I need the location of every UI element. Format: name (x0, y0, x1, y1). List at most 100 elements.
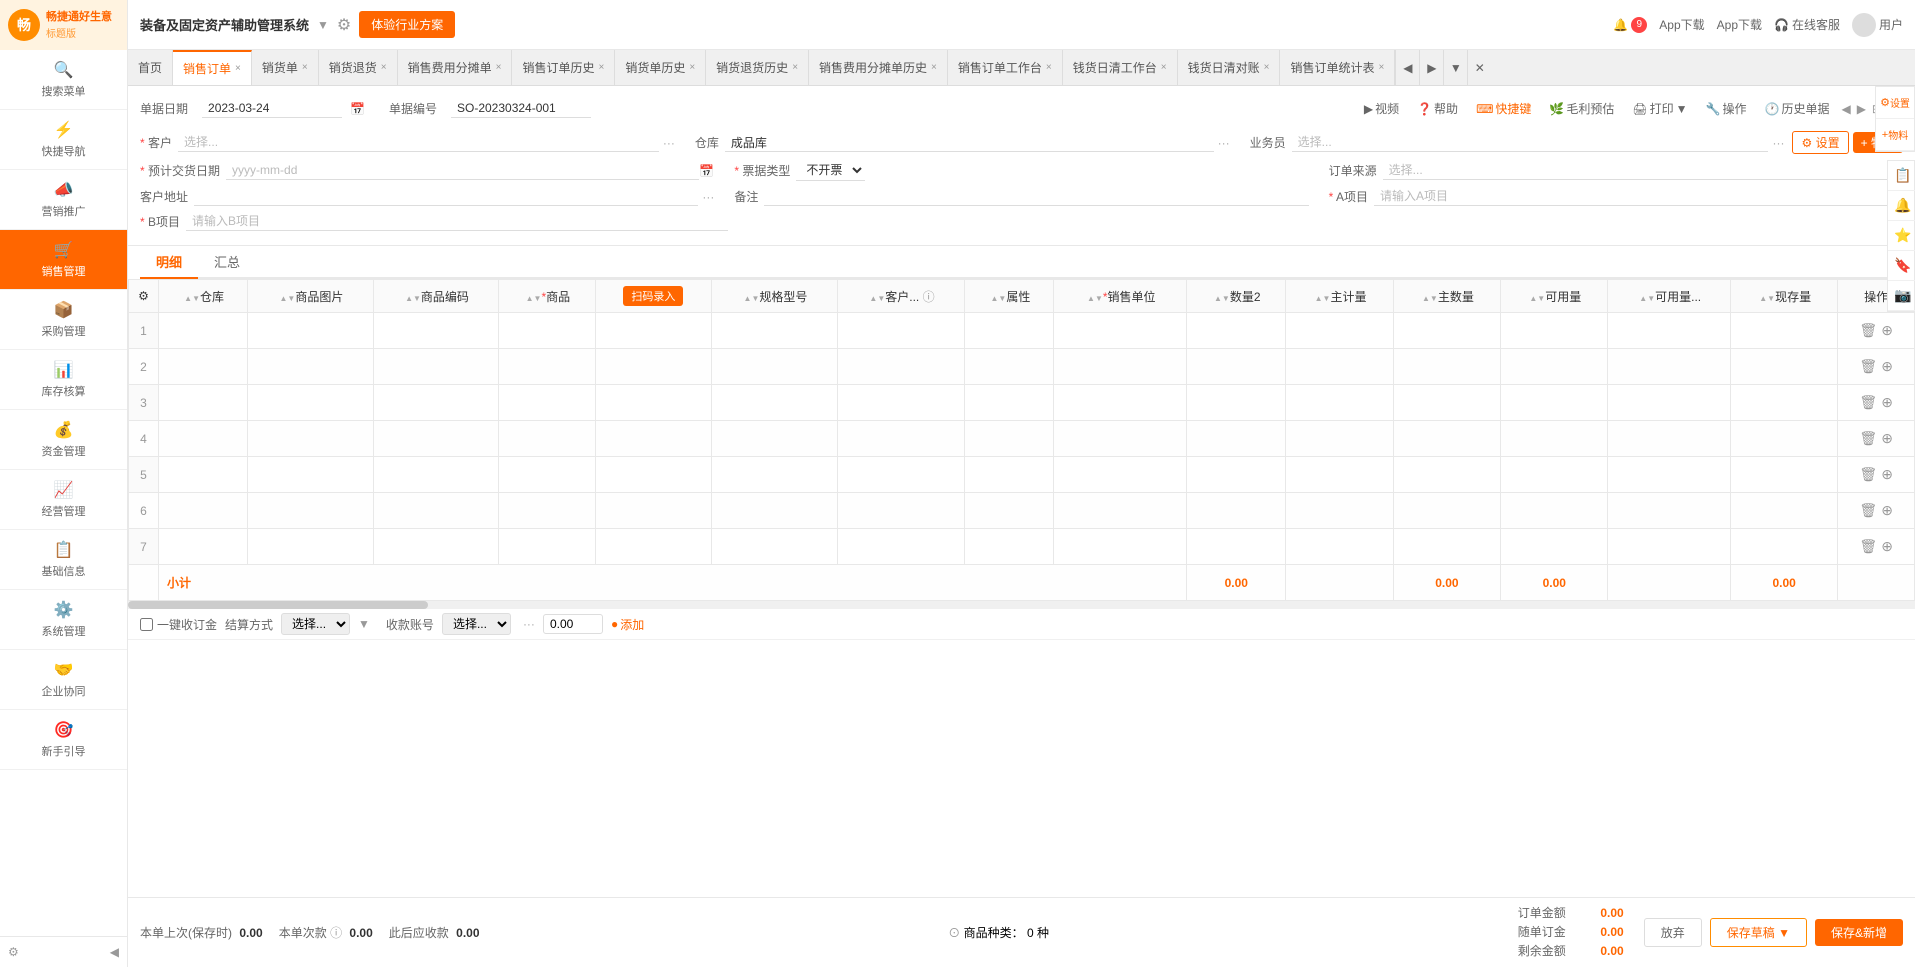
dropdown-icon[interactable]: ▼ (317, 18, 329, 32)
next-record-icon[interactable]: ▶ (1857, 102, 1866, 116)
calendar-icon[interactable]: 📅 (350, 102, 365, 116)
row-6-copy[interactable]: ⊕ (1881, 502, 1893, 519)
tab-goods-history[interactable]: 销货单历史 × (615, 50, 706, 85)
tab-menu[interactable]: ▼ (1443, 50, 1467, 85)
prev-record-icon[interactable]: ◀ (1841, 102, 1850, 116)
tab-returns-history-close[interactable]: × (792, 62, 798, 73)
delivery-calendar-icon[interactable]: 📅 (699, 164, 714, 178)
tab-workbench[interactable]: 销售订单工作台 × (948, 50, 1063, 85)
row-6-delete[interactable]: 🗑 (1859, 502, 1877, 519)
row-5-delete[interactable]: 🗑 (1859, 466, 1877, 483)
sidebar-item-enterprise[interactable]: 🤝 企业协同 (0, 650, 127, 710)
tab-fee-history-close[interactable]: × (931, 62, 937, 73)
one-click-label[interactable]: 一键收订金 (140, 616, 217, 633)
col-image[interactable]: ▲▼商品图片 (248, 280, 374, 313)
notification-area[interactable]: 🔔 9 (1613, 17, 1647, 33)
sidebar-item-guide[interactable]: 🎯 新手引导 (0, 710, 127, 770)
col-available[interactable]: ▲▼可用量 (1501, 280, 1608, 313)
col-code[interactable]: ▲▼商品编码 (373, 280, 499, 313)
tab-order-history[interactable]: 销售订单历史 × (512, 50, 615, 85)
tab-returns-history[interactable]: 销货退货历史 × (706, 50, 809, 85)
sidebar-item-basic[interactable]: 📋 基础信息 (0, 530, 127, 590)
settings-panel-btn2[interactable]: +物料 (1876, 119, 1914, 151)
payment-method-dropdown[interactable]: ▼ (358, 617, 370, 631)
row-7-copy[interactable]: ⊕ (1881, 538, 1893, 555)
tab-summary[interactable]: 汇总 (198, 246, 256, 279)
solution-button[interactable]: 体验行业方案 (359, 11, 455, 38)
sidebar-item-purchase[interactable]: 📦 采购管理 (0, 290, 127, 350)
payment-method-select[interactable]: 选择... (281, 613, 350, 635)
tab-returns[interactable]: 销货退货 × (319, 50, 398, 85)
discard-button[interactable]: 放弃 (1644, 918, 1702, 947)
account-select[interactable]: 选择... (442, 613, 511, 635)
sidebar-item-search[interactable]: 🔍 搜索菜单 (0, 50, 127, 110)
widget-btn-4[interactable]: 🔖 (1888, 251, 1915, 281)
customer-code-info[interactable]: ⓘ (923, 290, 935, 304)
note-input[interactable] (764, 187, 1308, 206)
tab-sales-goods-close[interactable]: × (302, 62, 308, 73)
col-main-qty[interactable]: ▲▼主数量 (1393, 280, 1500, 313)
tab-order-history-close[interactable]: × (598, 62, 604, 73)
tab-fee-history[interactable]: 销售费用分摊单历史 × (809, 50, 948, 85)
row-1-copy[interactable]: ⊕ (1881, 322, 1893, 339)
widget-btn-1[interactable]: 📋 (1888, 161, 1915, 191)
sidebar-item-inventory[interactable]: 📊 库存核算 (0, 350, 127, 410)
save-new-button[interactable]: 保存&新增 (1815, 919, 1903, 946)
warehouse-input[interactable] (725, 133, 1214, 152)
col-product[interactable]: ▲▼*商品 (499, 280, 595, 313)
row-3-copy[interactable]: ⊕ (1881, 394, 1893, 411)
account-dots[interactable]: ··· (523, 617, 535, 631)
row-4-copy[interactable]: ⊕ (1881, 430, 1893, 447)
col-attr[interactable]: ▲▼属性 (965, 280, 1054, 313)
row-5-copy[interactable]: ⊕ (1881, 466, 1893, 483)
row-1-unit[interactable] (1054, 313, 1187, 349)
view-btn[interactable]: ▶ 视频 (1358, 98, 1405, 119)
row-1-attr[interactable] (965, 313, 1054, 349)
col-scan[interactable]: 扫码录入 (595, 280, 712, 313)
invoice-type-select[interactable]: 不开票 (796, 160, 865, 181)
row-1-spec[interactable] (712, 313, 838, 349)
row-2-delete[interactable]: 🗑 (1859, 358, 1877, 375)
widget-btn-2[interactable]: 🔔 (1888, 191, 1915, 221)
tab-goods-history-close[interactable]: × (689, 62, 695, 73)
shortcut-btn[interactable]: ⌨ 快捷键 (1470, 98, 1537, 119)
sidebar-settings-icon[interactable]: ⚙ (8, 945, 19, 959)
tab-daily-clear-close[interactable]: × (1161, 62, 1167, 73)
current-debt-info[interactable]: ⓘ (330, 926, 342, 940)
tab-statistics-close[interactable]: × (1378, 62, 1384, 73)
sidebar-collapse-icon[interactable]: ◀ (110, 945, 119, 959)
customer-input[interactable] (178, 133, 659, 152)
tab-detail[interactable]: 明细 (140, 246, 198, 279)
tab-workbench-close[interactable]: × (1046, 62, 1052, 73)
salesperson-input[interactable] (1292, 133, 1769, 152)
settings-form-btn[interactable]: ⚙ 设置 (1792, 131, 1848, 154)
row-3-delete[interactable]: 🗑 (1859, 394, 1877, 411)
add-payment-btn[interactable]: ● 添加 (611, 616, 644, 633)
col-main-unit[interactable]: ▲▼主计量 (1286, 280, 1393, 313)
col-settings[interactable]: ⚙ (129, 280, 159, 313)
row-7-delete[interactable]: 🗑 (1859, 538, 1877, 555)
save-draft-button[interactable]: 保存草稿 ▼ (1710, 918, 1807, 947)
col-qty2[interactable]: ▲▼数量2 (1187, 280, 1286, 313)
tab-home[interactable]: 首页 (128, 50, 173, 85)
online-service-btn[interactable]: 🎧 在线客服 (1774, 16, 1840, 33)
save-draft-dropdown[interactable]: ▼ (1778, 926, 1790, 940)
tab-prev[interactable]: ◀ (1395, 50, 1419, 85)
salesperson-dots[interactable]: ··· (1772, 136, 1784, 150)
tab-statistics[interactable]: 销售订单统计表 × (1280, 50, 1395, 85)
tab-fee-split-close[interactable]: × (496, 62, 502, 73)
one-click-checkbox[interactable] (140, 618, 153, 631)
a-project-input[interactable] (1374, 187, 1903, 206)
tab-sales-order-close[interactable]: × (235, 63, 241, 74)
col-available2[interactable]: ▲▼可用量... (1608, 280, 1731, 313)
sidebar-item-sales[interactable]: 🛒 销售管理 (0, 230, 127, 290)
warehouse-dots[interactable]: ··· (1218, 136, 1230, 150)
col-warehouse[interactable]: ▲▼仓库 (159, 280, 248, 313)
print-btn[interactable]: 🖨 打印 ▼ (1626, 98, 1693, 119)
tab-sales-order[interactable]: 销售订单 × (173, 50, 252, 85)
customer-addr-input[interactable] (194, 187, 698, 206)
user-avatar[interactable]: 用户 (1852, 13, 1903, 37)
tab-daily-clear[interactable]: 钱货日清工作台 × (1063, 50, 1178, 85)
row-1-product[interactable] (499, 313, 595, 349)
sidebar-item-system[interactable]: ⚙️ 系统管理 (0, 590, 127, 650)
